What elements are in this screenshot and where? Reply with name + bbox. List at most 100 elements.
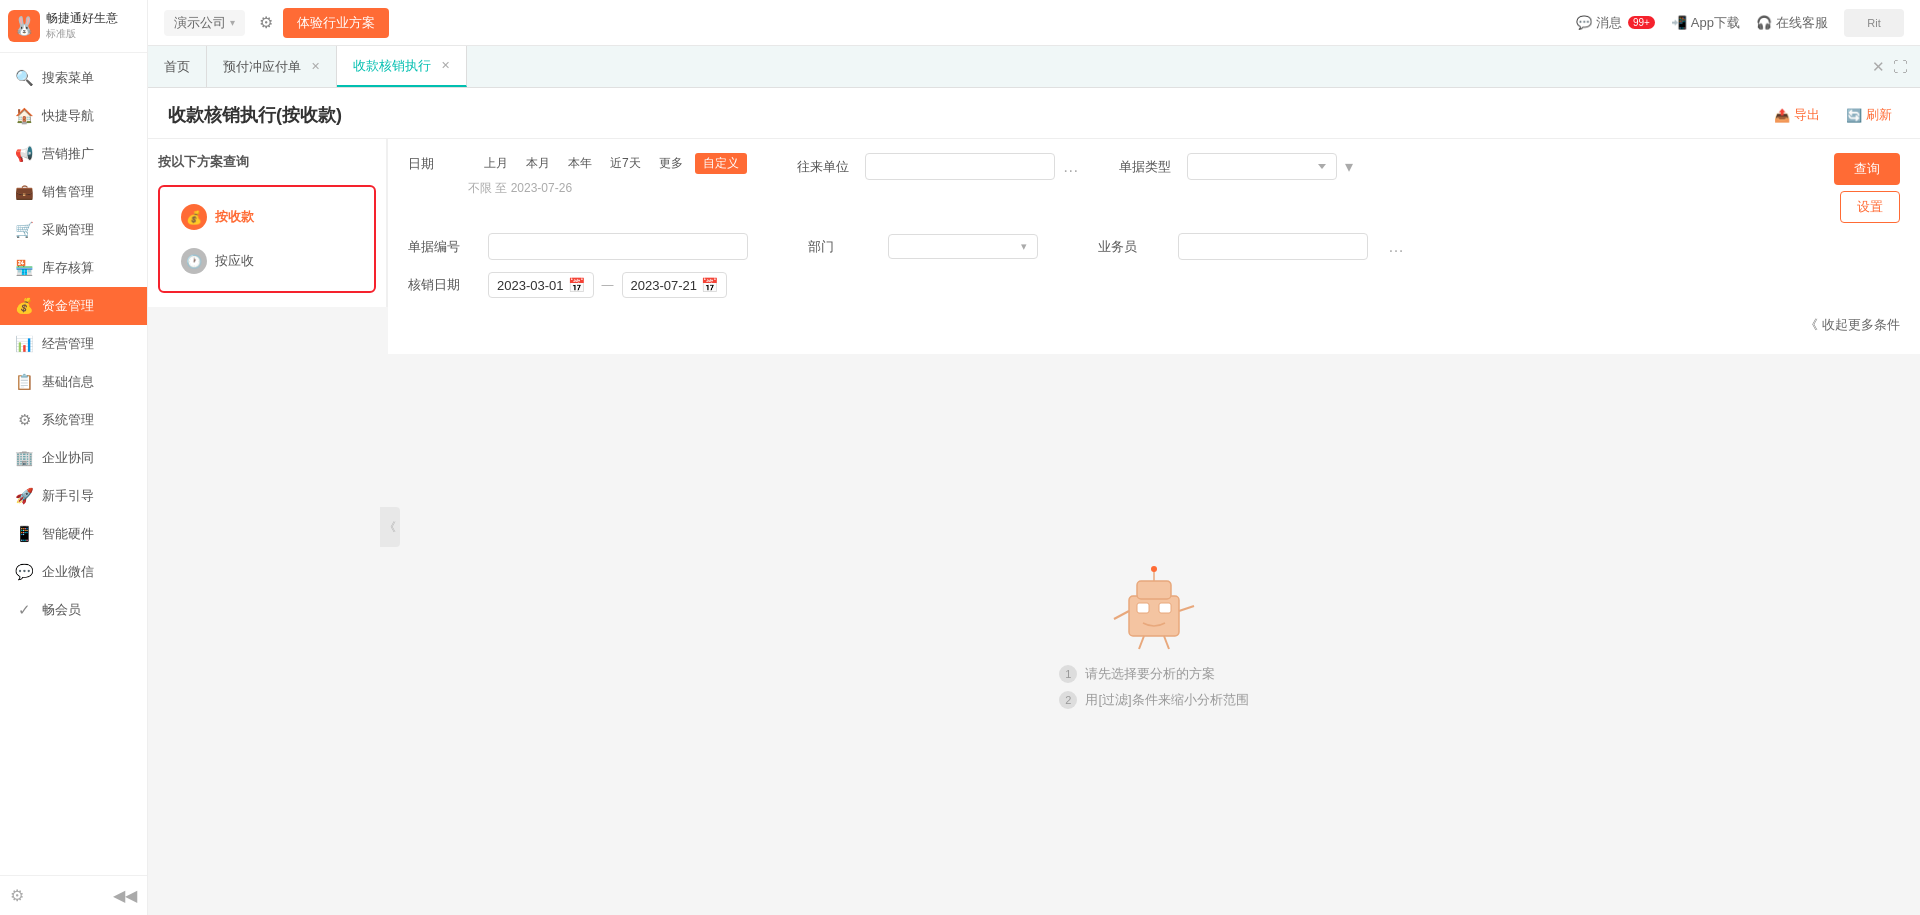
user-avatar[interactable]: Rit: [1844, 9, 1904, 37]
sidebar-item-basic-info[interactable]: 📋 基础信息: [0, 363, 147, 401]
gear-button[interactable]: ⚙: [10, 886, 24, 905]
date-btn-more[interactable]: 更多: [653, 153, 689, 174]
svg-rect-2: [1159, 603, 1171, 613]
collapse-sidebar-btn[interactable]: 《: [380, 507, 400, 547]
app-download-action[interactable]: 📲 App下载: [1671, 14, 1740, 32]
industry-button[interactable]: 体验行业方案: [283, 8, 389, 38]
export-label: 导出: [1794, 106, 1820, 124]
topbar-left: 演示公司 ▾ ⚙ 体验行业方案: [164, 8, 1564, 38]
inventory-icon: 🏪: [14, 259, 34, 277]
svg-rect-1: [1137, 603, 1149, 613]
member-icon: ✓: [14, 601, 34, 619]
sidebar-item-finance[interactable]: 💰 资金管理: [0, 287, 147, 325]
close-tab-button[interactable]: ✕: [1872, 58, 1885, 76]
sidebar-nav: 🔍 搜索菜单 🏠 快捷导航 📢 营销推广 💼 销售管理 🛒 采购管理 🏪 库存核…: [0, 53, 147, 875]
sidebar-item-label: 快捷导航: [42, 107, 94, 125]
filter-form-area: 日期 上月 本月 本年 近7天 更多 自定义 不限 至 2: [388, 139, 1920, 354]
date-btn-this-year[interactable]: 本年: [562, 153, 598, 174]
sidebar-item-label: 系统管理: [42, 411, 94, 429]
sidebar-item-smart-hardware[interactable]: 📱 智能硬件: [0, 515, 147, 553]
refresh-label: 刷新: [1866, 106, 1892, 124]
calendar-end-icon: 📅: [701, 277, 718, 293]
expand-tab-button[interactable]: ⛶: [1893, 58, 1908, 75]
tab-receipt-writeoff-close[interactable]: ✕: [441, 59, 450, 72]
export-button[interactable]: 📤 导出: [1766, 102, 1828, 128]
empty-illustration: [1099, 561, 1209, 651]
empty-state: 1 请先选择要分析的方案 2 用[过滤]条件来缩小分析范围: [1059, 561, 1248, 709]
dept-select[interactable]: [899, 239, 1021, 254]
sidebar-item-member[interactable]: ✓ 畅会员: [0, 591, 147, 629]
app-download-icon: 📲: [1671, 15, 1687, 30]
sidebar-item-guide[interactable]: 🚀 新手引导: [0, 477, 147, 515]
collapse-sidebar-button[interactable]: ◀◀: [113, 886, 137, 905]
sidebar-item-purchase[interactable]: 🛒 采购管理: [0, 211, 147, 249]
calendar-start-icon: 📅: [568, 277, 585, 293]
doc-type-label: 单据类型: [1119, 158, 1179, 176]
counterparty-more[interactable]: …: [1063, 158, 1079, 176]
settings-icon[interactable]: ⚙: [259, 13, 273, 32]
collapse-more-area: 《 收起更多条件: [408, 310, 1900, 340]
staff-more[interactable]: …: [1388, 238, 1404, 256]
sidebar-item-operations[interactable]: 📊 经营管理: [0, 325, 147, 363]
svg-line-6: [1164, 636, 1169, 649]
staff-input[interactable]: [1178, 233, 1368, 260]
writeoff-date-end-input[interactable]: 2023-07-21 📅: [622, 272, 728, 298]
home-icon: 🏠: [14, 107, 34, 125]
sidebar-item-marketing[interactable]: 📢 营销推广: [0, 135, 147, 173]
dept-select-wrapper[interactable]: ▾: [888, 234, 1038, 259]
filter-option-receipt-label: 按收款: [215, 208, 254, 226]
date-btn-this-month[interactable]: 本月: [520, 153, 556, 174]
empty-hint-2-text: 用[过滤]条件来缩小分析范围: [1085, 691, 1248, 709]
wechat-icon: 💬: [14, 563, 34, 581]
filter-option-by-receipt[interactable]: 💰 按收款: [168, 195, 366, 239]
sales-icon: 💼: [14, 183, 34, 201]
filter-row-2: 单据编号 部门 ▾ 业务员 …: [408, 233, 1900, 260]
doc-type-select[interactable]: [1187, 153, 1337, 180]
collapse-more-button[interactable]: 《 收起更多条件: [1805, 310, 1900, 340]
sidebar-item-label: 企业微信: [42, 563, 94, 581]
sidebar-item-search[interactable]: 🔍 搜索菜单: [0, 59, 147, 97]
doc-type-more[interactable]: ▾: [1345, 157, 1353, 176]
settings-button[interactable]: 设置: [1840, 191, 1900, 223]
content-body: 1 请先选择要分析的方案 2 用[过滤]条件来缩小分析范围: [388, 355, 1920, 915]
filter-container: 按以下方案查询 💰 按收款 🕐 按应收 《: [148, 139, 1920, 915]
page-title: 收款核销执行(按收款): [168, 103, 342, 127]
message-action[interactable]: 💬 消息 99+: [1576, 14, 1655, 32]
tab-home[interactable]: 首页: [148, 46, 207, 87]
sidebar-bottom: ⚙ ◀◀: [0, 875, 147, 915]
sidebar-item-label: 企业协同: [42, 449, 94, 467]
app-download-label: App下载: [1691, 14, 1740, 32]
sidebar-item-system[interactable]: ⚙ 系统管理: [0, 401, 147, 439]
empty-hint-1-text: 请先选择要分析的方案: [1085, 665, 1215, 683]
counterparty-label: 往来单位: [797, 158, 857, 176]
sidebar-item-label: 新手引导: [42, 487, 94, 505]
date-btn-last-month[interactable]: 上月: [478, 153, 514, 174]
filter-action-buttons: 查询 设置: [1834, 153, 1900, 223]
query-button[interactable]: 查询: [1834, 153, 1900, 185]
refresh-button[interactable]: 🔄 刷新: [1838, 102, 1900, 128]
online-service-action[interactable]: 🎧 在线客服: [1756, 14, 1828, 32]
empty-hint-1: 1 请先选择要分析的方案: [1059, 665, 1248, 683]
hardware-icon: 📱: [14, 525, 34, 543]
tab-receipt-writeoff[interactable]: 收款核销执行 ✕: [337, 46, 467, 87]
step-2-icon: 2: [1059, 691, 1077, 709]
date-btn-custom[interactable]: 自定义: [695, 153, 747, 174]
guide-icon: 🚀: [14, 487, 34, 505]
sidebar-item-inventory[interactable]: 🏪 库存核算: [0, 249, 147, 287]
date-btn-7days[interactable]: 近7天: [604, 153, 647, 174]
writeoff-date-start-input[interactable]: 2023-03-01 📅: [488, 272, 594, 298]
filter-option-by-receivable[interactable]: 🕐 按应收: [168, 239, 366, 283]
sidebar-item-sales[interactable]: 💼 销售管理: [0, 173, 147, 211]
tab-prepay[interactable]: 预付冲应付单 ✕: [207, 46, 337, 87]
company-selector[interactable]: 演示公司 ▾: [164, 10, 245, 36]
sidebar-item-enterprise[interactable]: 🏢 企业协同: [0, 439, 147, 477]
main-area: 演示公司 ▾ ⚙ 体验行业方案 💬 消息 99+ 📲 App下载 🎧 在线客服 …: [148, 0, 1920, 915]
sidebar-item-label: 畅会员: [42, 601, 81, 619]
enterprise-icon: 🏢: [14, 449, 34, 467]
sidebar-item-quicknav[interactable]: 🏠 快捷导航: [0, 97, 147, 135]
doc-no-input[interactable]: [488, 233, 748, 260]
tab-prepay-close[interactable]: ✕: [311, 60, 320, 73]
counterparty-input[interactable]: [865, 153, 1055, 180]
sidebar-item-wechat[interactable]: 💬 企业微信: [0, 553, 147, 591]
sidebar-item-label: 搜索菜单: [42, 69, 94, 87]
